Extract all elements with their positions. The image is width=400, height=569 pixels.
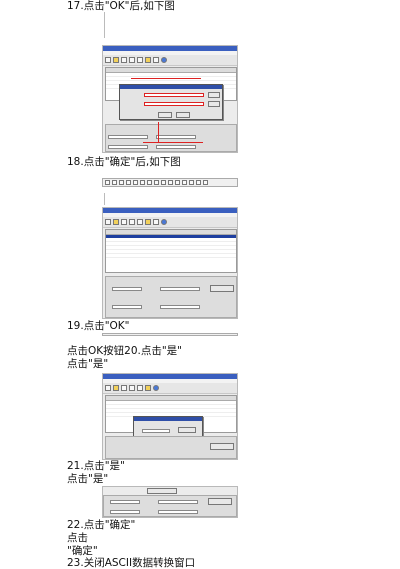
output-path-field [144,102,204,106]
screenshot-step-17 [102,45,238,153]
config-icon [145,57,151,63]
screenshot-step-21 [102,486,238,518]
confirm-button [147,488,177,494]
annotation-line-2 [158,122,159,142]
step-21-text: 21.点击"是" [67,460,125,472]
step-19b-text: 点击OK按钮20.点击"是" [67,345,183,357]
annotation-line-3 [143,142,203,143]
print-icon [129,57,135,63]
step-22-text: 22.点击"确定" [67,519,136,531]
browse-button-2 [208,101,220,107]
thin-strip-step-19 [102,333,238,336]
screenshot-step-20 [102,373,238,460]
field-d [156,145,196,149]
step-20-text: 点击"是" [67,358,109,370]
save-icon [121,57,127,63]
convert-button [210,285,234,292]
cancel-button [176,112,190,118]
step-19-text: 19.点击"OK" [67,320,130,332]
step-22b-text: 点击 [67,532,88,544]
small-notes-2 [104,193,121,205]
field-b [156,135,196,139]
convert-dialog [119,84,223,120]
ok-button [158,112,172,118]
step-22c-text: "确定" [67,545,98,557]
toolbar [103,55,237,66]
annotation-line-1 [131,78,201,79]
field-a [108,135,148,139]
screenshot-step-18 [102,207,238,319]
toolbar [103,217,237,228]
step-21b-text: 点击"是" [67,473,109,485]
small-notes [104,12,125,38]
yes-button [178,427,196,433]
field-c [108,145,148,149]
edit-icon [137,57,143,63]
folder-icon [113,57,119,63]
settings-panel [105,124,237,152]
toolbar-strip-step-18 [102,178,238,187]
step-23-text: 23.关闭ASCII数据转换窗口 [67,557,196,569]
settings-panel [105,276,237,318]
input-path-field [144,93,204,97]
help-icon [161,57,167,63]
export-icon [153,57,159,63]
file-list [105,229,237,273]
new-icon [105,57,111,63]
step-18-text: 18.点击"确定"后,如下图 [67,156,181,168]
step-17-text: 17.点击"OK"后,如下图 [67,0,175,12]
browse-button-1 [208,92,220,98]
